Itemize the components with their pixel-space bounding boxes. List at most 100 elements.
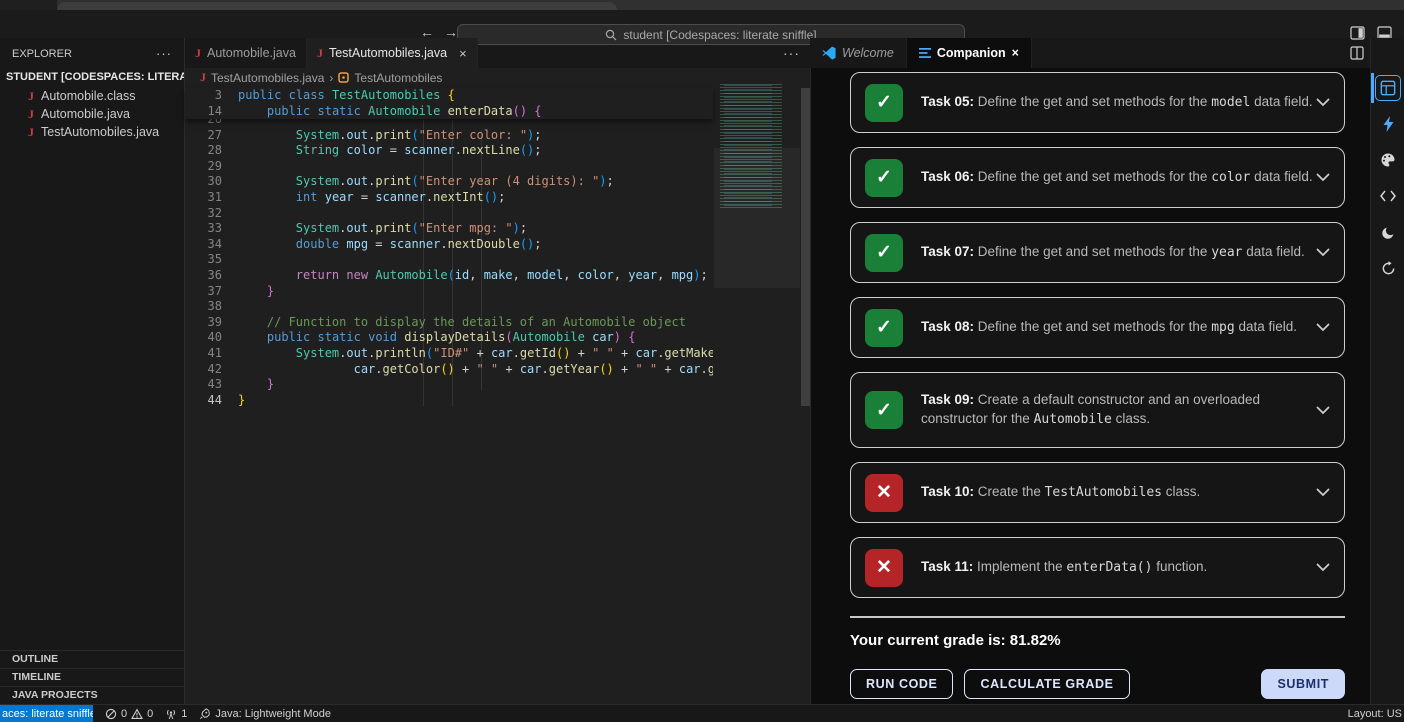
companion-view-icon[interactable] — [1371, 70, 1404, 106]
code-lines[interactable]: 2627 System.out.print("Enter color: ");2… — [185, 112, 713, 408]
layout-indicator[interactable]: Layout: US — [1348, 708, 1402, 720]
line-number: 14 — [207, 103, 222, 118]
submit-button[interactable]: SUBMIT — [1261, 669, 1345, 699]
sidebar-section-timeline[interactable]: TIMELINE — [0, 668, 184, 686]
line-number: 29 — [207, 158, 222, 173]
tab-testautomobiles-java[interactable]: J TestAutomobiles.java × — [306, 38, 478, 68]
java-file-icon: J — [28, 124, 34, 139]
line-number: 3 — [214, 88, 222, 102]
sticky-scroll[interactable]: 3 public class TestAutomobiles {14 public… — [185, 88, 713, 120]
task-label: Task 05: — [921, 94, 978, 110]
code-line: 42 car.getColor() + " " + car.getYear() … — [185, 362, 713, 378]
moon-icon[interactable] — [1371, 214, 1404, 250]
remote-indicator[interactable]: aces: literate sniffle — [0, 705, 93, 722]
lightning-icon[interactable] — [1371, 106, 1404, 142]
tab-welcome[interactable]: Welcome — [810, 38, 907, 68]
tab-label: Companion — [936, 46, 1006, 60]
check-icon: ✓ — [865, 158, 903, 197]
workspace-section-header[interactable]: STUDENT [CODESPACES: LITERATE SNIF... — [0, 67, 184, 87]
file-item[interactable]: J Automobile.java — [0, 105, 184, 123]
chevron-down-icon[interactable] — [1316, 488, 1330, 497]
java-file-icon: J — [316, 45, 323, 60]
split-editor-icon[interactable] — [1350, 46, 1364, 65]
code-line: 14 public static Automobile enterData() … — [185, 104, 713, 120]
chevron-down-icon[interactable] — [1316, 248, 1330, 257]
task-card[interactable]: ✕ Task 10: Create the TestAutomobiles cla… — [850, 462, 1345, 523]
sync-icon[interactable] — [1371, 250, 1404, 286]
task-label: Task 08: — [921, 319, 978, 335]
task-card[interactable]: ✓ Task 08: Define the get and set methods… — [850, 297, 1345, 358]
code-text: } — [266, 377, 275, 392]
file-item[interactable]: J TestAutomobiles.java — [0, 123, 184, 141]
task-card[interactable]: ✕ Task 11: Implement the enterData() func… — [850, 537, 1345, 598]
palette-icon[interactable] — [1371, 142, 1404, 178]
breadcrumb[interactable]: J TestAutomobiles.java › TestAutomobiles — [200, 70, 442, 85]
tab-companion[interactable]: Companion × — [906, 38, 1032, 68]
toggle-sidebar-icon[interactable] — [1350, 26, 1365, 40]
task-card[interactable]: ✓ Task 05: Define the get and set methods… — [850, 72, 1345, 133]
task-text: Task 07: Define the get and set methods … — [921, 244, 1305, 261]
browser-chrome-strip — [0, 0, 1404, 10]
sidebar-section-java-projects[interactable]: JAVA PROJECTS — [0, 686, 184, 704]
code-icon[interactable] — [1371, 178, 1404, 214]
line-number: 40 — [207, 330, 222, 345]
breadcrumb-symbol[interactable]: TestAutomobiles — [354, 71, 442, 85]
line-number: 38 — [207, 299, 222, 314]
code-text: System.out.print("Enter mpg: "); — [295, 221, 528, 236]
task-list: ✓ Task 05: Define the get and set methods… — [850, 72, 1345, 612]
code-text: String color = scanner.nextLine(); — [295, 143, 542, 158]
calculate-grade-button[interactable]: CALCULATE GRADE — [964, 669, 1130, 699]
radio-tower-icon — [167, 709, 176, 719]
task-card[interactable]: ✓ Task 06: Define the get and set methods… — [850, 147, 1345, 208]
sidebar-section-outline[interactable]: OUTLINE — [0, 650, 184, 668]
chevron-down-icon[interactable] — [1316, 98, 1330, 107]
file-name: Automobile.class — [41, 89, 136, 103]
chevron-down-icon[interactable] — [1316, 323, 1330, 332]
warnings-count: 0 — [147, 707, 154, 720]
chevron-down-icon[interactable] — [1316, 173, 1330, 182]
file-list: J Automobile.class J Automobile.java J TestAu… — [0, 87, 184, 141]
browser-tab — [57, 2, 617, 10]
chevron-down-icon[interactable] — [1316, 406, 1330, 415]
tab-label: TestAutomobiles.java — [328, 46, 448, 60]
minimap-slider[interactable] — [714, 148, 800, 288]
line-number: 32 — [207, 205, 222, 220]
explorer-more-actions[interactable]: ··· — [156, 46, 172, 61]
breadcrumb-file[interactable]: TestAutomobiles.java — [211, 71, 324, 85]
editor-more-actions[interactable]: ··· — [783, 45, 800, 61]
code-text: } — [266, 283, 275, 298]
file-item[interactable]: J Automobile.class — [0, 87, 184, 105]
line-number: 28 — [207, 143, 222, 158]
activity-bar — [1370, 38, 1404, 704]
java-mode-label: Java: Lightweight Mode — [215, 707, 331, 720]
companion-list-icon — [918, 48, 931, 58]
ports-count: 1 — [181, 707, 188, 720]
task-card[interactable]: ✓ Task 07: Define the get and set methods… — [850, 222, 1345, 283]
run-code-button[interactable]: RUN CODE — [850, 669, 954, 699]
close-icon[interactable]: × — [1012, 46, 1019, 60]
explorer-title: EXPLORER — [12, 47, 72, 60]
task-text: Task 09: Create a default constructor an… — [921, 391, 1260, 428]
task-card[interactable]: ✓ Task 09: Create a default constructor a… — [850, 372, 1345, 448]
ports-indicator[interactable]: 1 — [165, 708, 187, 720]
file-name: TestAutomobiles.java — [41, 125, 160, 139]
code-line: 43 } — [185, 377, 713, 393]
chevron-down-icon[interactable] — [1316, 563, 1330, 572]
tab-automobile-java[interactable]: J Automobile.java — [185, 38, 307, 68]
code-line: 37 } — [185, 284, 713, 300]
task-text: Task 05: Define the get and set methods … — [921, 94, 1313, 111]
java-mode-indicator[interactable]: Java: Lightweight Mode — [199, 708, 331, 720]
code-text: double mpg = scanner.nextDouble(); — [295, 236, 542, 251]
code-line: 41 System.out.println("ID#" + car.getId(… — [185, 346, 713, 362]
line-number: 44 — [207, 392, 222, 407]
errors-icon — [105, 708, 117, 719]
code-text: int year = scanner.nextInt(); — [295, 189, 506, 204]
check-icon: ✓ — [865, 391, 903, 429]
problems-indicator[interactable]: 0 0 — [105, 708, 153, 720]
editor-scrollbar[interactable] — [801, 88, 810, 406]
close-icon[interactable]: × — [459, 46, 467, 61]
code-line: 35 — [185, 252, 713, 268]
vscode-logo-icon — [822, 46, 836, 60]
editor-tab-bar: J Automobile.java J TestAutomobiles.java… — [185, 38, 478, 68]
code-line: 29 — [185, 159, 713, 175]
